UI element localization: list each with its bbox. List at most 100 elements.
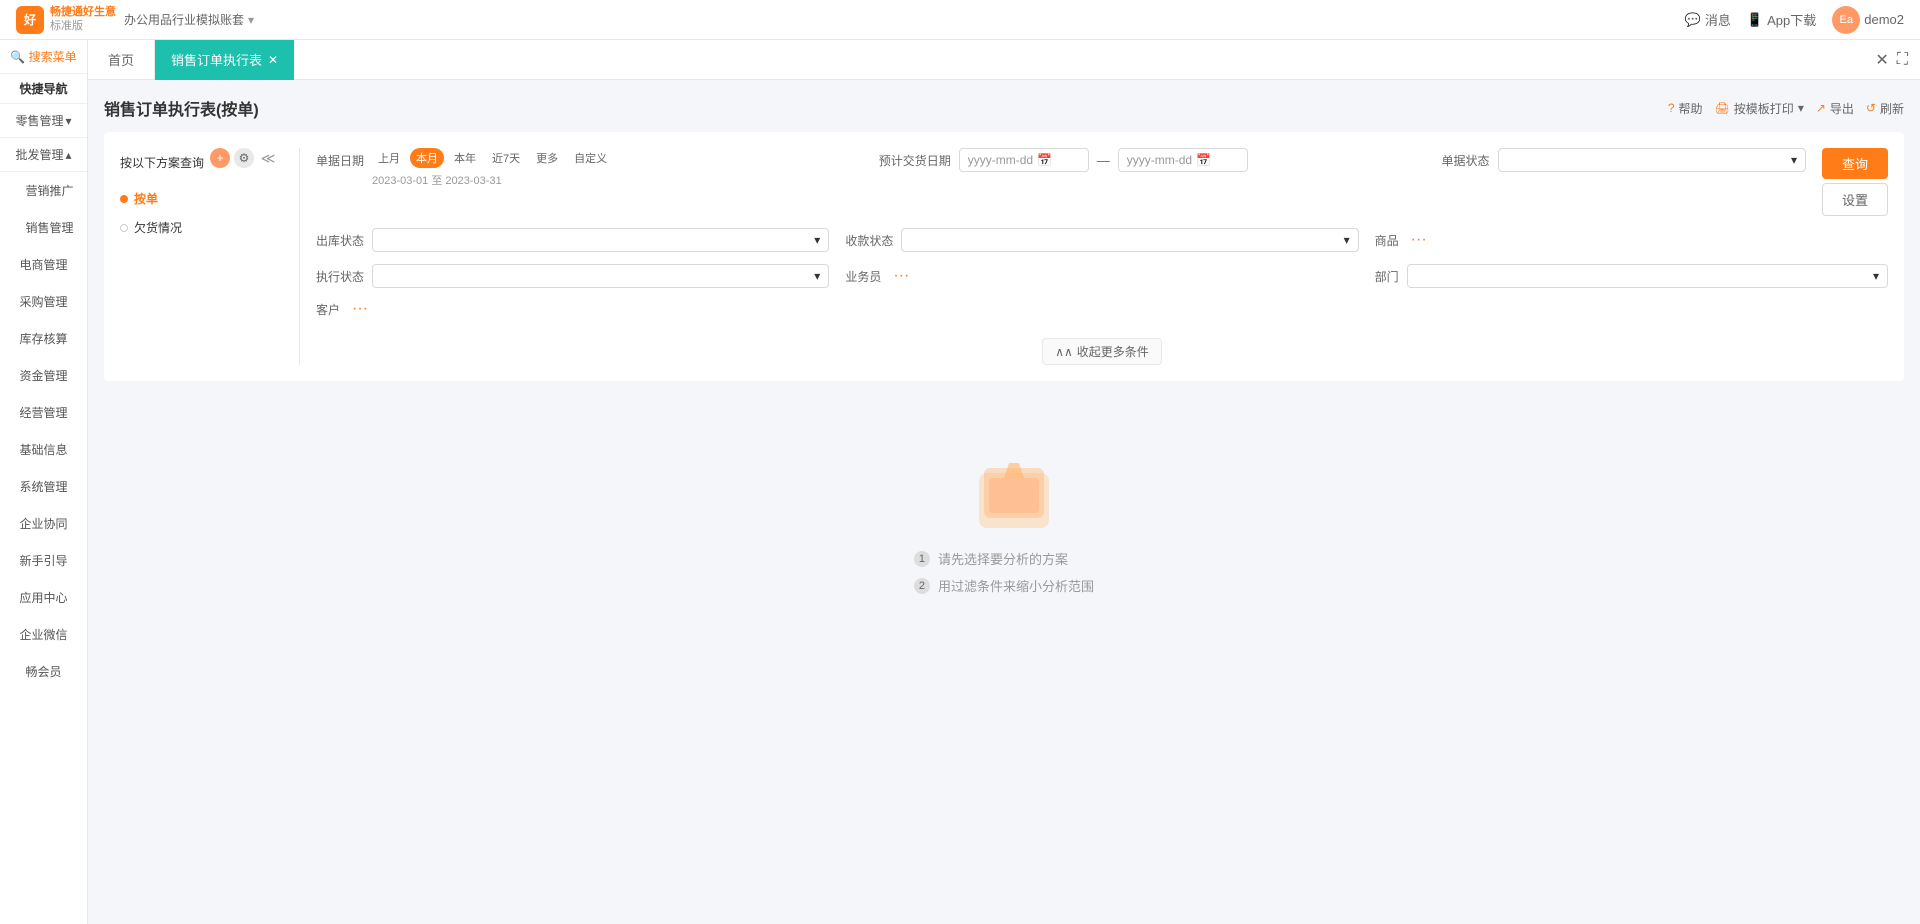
date-tab-last-month[interactable]: 上月 <box>372 148 406 168</box>
sidebar-item-purchase[interactable]: 采购管理 <box>0 283 87 320</box>
expected-date-label: 预计交货日期 <box>879 152 951 169</box>
dropdown-icon: ▾ <box>248 13 254 27</box>
scheme-欠货情况[interactable]: 欠货情况 <box>120 213 287 242</box>
sidebar-item-sales[interactable]: 销售管理 <box>0 209 87 246</box>
sidebar-item-corpwechat[interactable]: 企业微信 <box>0 616 87 653</box>
breadcrumb-dropdown[interactable]: 办公用品行业模拟账套 ▾ <box>124 11 254 28</box>
date-tab-custom[interactable]: 自定义 <box>568 148 613 168</box>
tab-close-icon[interactable]: ✕ <box>268 53 278 67</box>
expected-date-to-input[interactable]: yyyy-mm-dd 📅 <box>1118 148 1248 172</box>
add-scheme-button[interactable]: + <box>210 148 230 168</box>
refresh-icon: ↺ <box>1866 101 1876 115</box>
date-tab-7days[interactable]: 近7天 <box>486 148 526 168</box>
print-button[interactable]: 🖨 按模板打印 ▾ <box>1715 100 1804 117</box>
collapse-label: 收起更多条件 <box>1077 343 1149 360</box>
sidebar-system-label: 系统管理 <box>19 478 67 495</box>
logo-area: 好 畅捷通好生意 标准版 <box>16 6 116 34</box>
sidebar-item-ecommerce[interactable]: 电商管理 <box>0 246 87 283</box>
sidebar-item-marketing[interactable]: 营销推广 <box>0 172 87 209</box>
sidebar-item-finance[interactable]: 资金管理 <box>0 357 87 394</box>
department-dropdown-icon: ▾ <box>1873 269 1879 283</box>
department-select[interactable]: ▾ <box>1407 264 1888 288</box>
date-tab-this-month[interactable]: 本月 <box>410 148 444 168</box>
export-label: 导出 <box>1830 100 1854 117</box>
date-field-content: 上月 本月 本年 近7天 更多 自定义 2023-0 <box>372 148 613 188</box>
sidebar-inventory-label: 库存核算 <box>19 330 67 347</box>
close-window-icon[interactable]: ✕ <box>1875 50 1888 70</box>
scheme-按单[interactable]: 按单 <box>120 184 287 213</box>
sidebar-quick-nav[interactable]: 快捷导航 <box>0 74 87 104</box>
sidebar-item-operation[interactable]: 经营管理 <box>0 394 87 431</box>
sidebar-item-wholesale[interactable]: 批发管理 ▴ <box>0 138 87 172</box>
calendar-to-icon: 📅 <box>1196 153 1211 167</box>
help-button[interactable]: ? 帮助 <box>1668 100 1703 117</box>
chevron-down-icon: ▾ <box>65 114 71 128</box>
sidebar-item-system[interactable]: 系统管理 <box>0 468 87 505</box>
execution-status-select[interactable]: ▾ <box>372 264 829 288</box>
message-item[interactable]: 💬 消息 <box>1685 10 1731 29</box>
maximize-icon[interactable]: ⛶ <box>1897 51 1908 69</box>
sidebar-corpwechat-label: 企业微信 <box>19 626 67 643</box>
date-tab-more[interactable]: 更多 <box>530 148 564 168</box>
outbound-status-select[interactable]: ▾ <box>372 228 829 252</box>
filter-panel-inner: 按以下方案查询 + ⚙ ≪ 按单 <box>120 148 1888 365</box>
page-title: 销售订单执行表(按单) <box>104 96 259 120</box>
sidebar-retail-label: 零售管理 <box>15 112 63 129</box>
mobile-icon: 📱 <box>1747 12 1763 28</box>
setting-scheme-button[interactable]: ⚙ <box>234 148 254 168</box>
page-header-actions: ? 帮助 🖨 按模板打印 ▾ ↗ 导出 ↺ 刷新 <box>1668 100 1904 117</box>
sidebar-item-inventory[interactable]: 库存核算 <box>0 320 87 357</box>
salesperson-label: 业务员 <box>845 268 881 285</box>
sidebar-sales-label: 销售管理 <box>25 219 73 236</box>
date-field-group: 单据日期 上月 本月 本年 近7天 更多 自定义 <box>316 148 863 188</box>
tab-home[interactable]: 首页 <box>88 40 155 80</box>
calendar-from-icon: 📅 <box>1037 153 1052 167</box>
goods-more-icon[interactable]: ··· <box>1407 231 1431 249</box>
scheme-active-dot <box>120 195 128 203</box>
date-tab-this-year[interactable]: 本年 <box>448 148 482 168</box>
scheme-按单-label: 按单 <box>134 190 158 207</box>
empty-svg <box>954 453 1074 543</box>
sidebar-search-label: 搜索菜单 <box>29 50 77 64</box>
sidebar-item-retail[interactable]: 零售管理 ▾ <box>0 104 87 138</box>
date-range-display: 2023-03-01 至 2023-03-31 <box>372 172 613 188</box>
app-download-item[interactable]: 📱 App下载 <box>1747 10 1816 29</box>
query-button[interactable]: 查询 <box>1822 148 1888 179</box>
print-dropdown-icon: ▾ <box>1798 101 1804 115</box>
customer-more-icon[interactable]: ··· <box>348 300 372 318</box>
scheme-inactive-dot <box>120 224 128 232</box>
scheme-欠货情况-label: 欠货情况 <box>134 219 182 236</box>
empty-hint-1: 1 请先选择要分析的方案 <box>914 549 1094 568</box>
refresh-button[interactable]: ↺ 刷新 <box>1866 100 1904 117</box>
filter-schemes: 按以下方案查询 + ⚙ ≪ 按单 <box>120 148 300 365</box>
sidebar-item-enterprise[interactable]: 企业协同 <box>0 505 87 542</box>
top-bar-right: 💬 消息 📱 App下载 Ea demo2 <box>1685 6 1904 34</box>
logo-icon: 好 <box>16 6 44 34</box>
sidebar: 🔍 搜索菜单 快捷导航 零售管理 ▾ 批发管理 ▴ 营销推广 销售管理 电商管理… <box>0 40 88 924</box>
hint-text-1: 请先选择要分析的方案 <box>938 549 1068 568</box>
salesperson-more-icon[interactable]: ··· <box>889 267 913 285</box>
collapse-scheme-button[interactable]: ≪ <box>258 148 278 168</box>
sidebar-item-basic[interactable]: 基础信息 <box>0 431 87 468</box>
settings-button[interactable]: 设置 <box>1822 183 1888 216</box>
sidebar-finance-label: 资金管理 <box>19 367 67 384</box>
sidebar-member-label: 畅会员 <box>25 663 61 680</box>
sidebar-item-newbie[interactable]: 新手引导 <box>0 542 87 579</box>
sidebar-search[interactable]: 🔍 搜索菜单 <box>0 40 87 74</box>
expected-date-from-input[interactable]: yyyy-mm-dd 📅 <box>959 148 1089 172</box>
sidebar-item-appcenter[interactable]: 应用中心 <box>0 579 87 616</box>
expected-date-field-group: 预计交货日期 yyyy-mm-dd 📅 — yyyy-mm-dd 📅 <box>879 148 1426 172</box>
receipt-status-select[interactable]: ▾ <box>901 228 1358 252</box>
export-button[interactable]: ↗ 导出 <box>1816 100 1854 117</box>
goods-label: 商品 <box>1375 232 1399 249</box>
filter-row-4: 客户 ··· <box>316 300 1888 318</box>
collapse-button[interactable]: ∧∧ 收起更多条件 <box>1042 338 1162 365</box>
tab-active[interactable]: 销售订单执行表 ✕ <box>155 40 294 80</box>
receipt-dropdown-icon: ▾ <box>1344 233 1350 247</box>
receipt-status-group: 收款状态 ▾ <box>845 228 1358 252</box>
department-group: 部门 ▾ <box>1375 264 1888 288</box>
outbound-status-label: 出库状态 <box>316 232 364 249</box>
user-area[interactable]: Ea demo2 <box>1832 6 1904 34</box>
order-status-select[interactable]: ▾ <box>1498 148 1806 172</box>
sidebar-item-member[interactable]: 畅会员 <box>0 653 87 690</box>
